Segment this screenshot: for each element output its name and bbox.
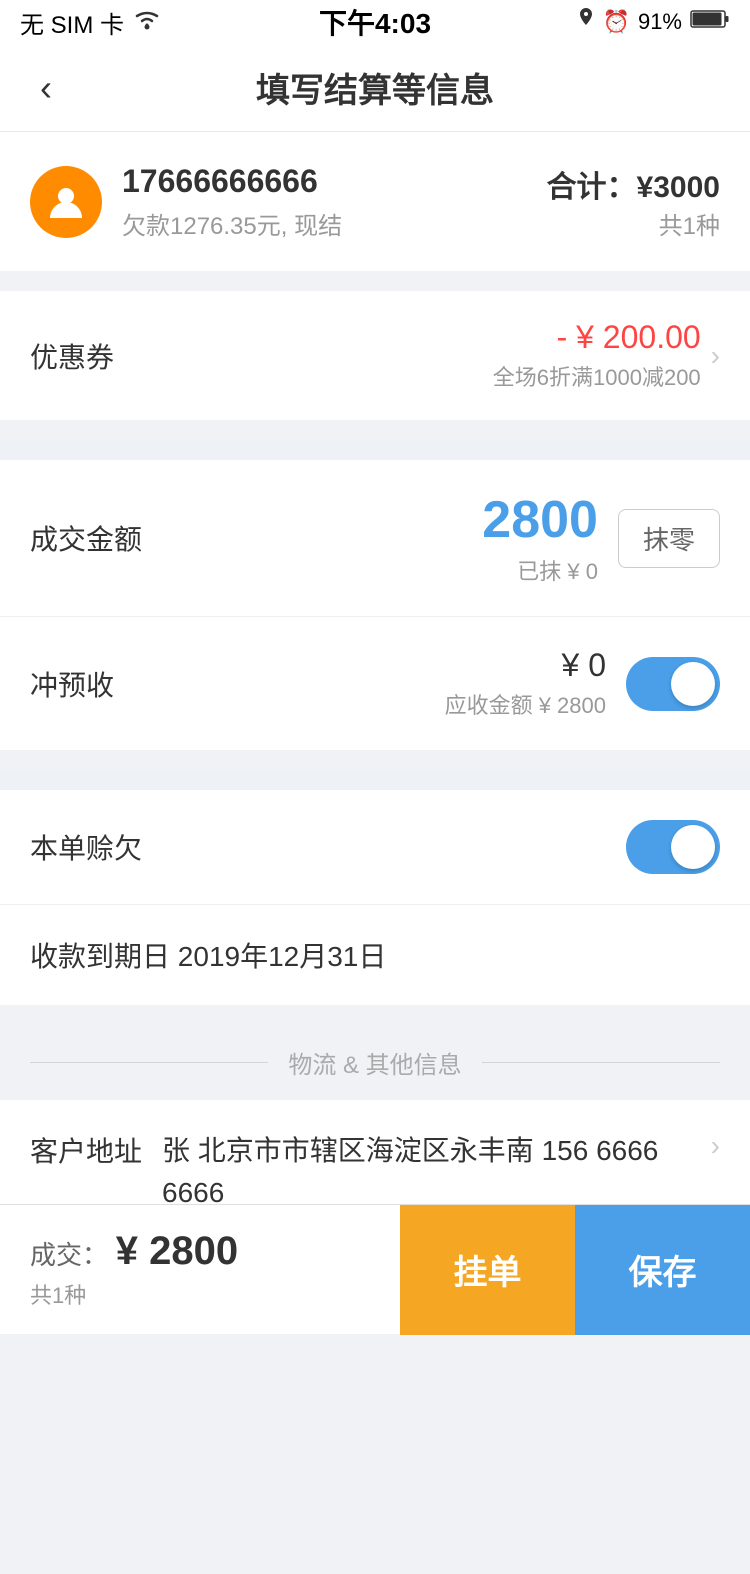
deal-amount-info: 2800 已抹 ¥ 0 [482,490,598,586]
bottom-deal-label: 成交： [30,1240,108,1270]
coupon-chevron: › [711,340,720,372]
coupon-right: - ¥ 200.00 全场6折满1000减200 › [493,319,720,392]
address-content: 张 北京市市辖区海淀区永丰南 156 6666 6666 [162,1130,711,1214]
status-left: 无 SIM 卡 [20,5,162,40]
prepayment-amount: ¥ 0 [445,647,606,684]
coupon-row[interactable]: 优惠券 - ¥ 200.00 全场6折满1000减200 › [0,291,750,420]
prepayment-info: ¥ 0 应收金额 ¥ 2800 [445,647,606,720]
round-zero-button[interactable]: 抹零 [618,509,720,568]
customer-debt: 欠款1276.35元, 现结 [122,206,342,241]
customer-left: 17666666666 欠款1276.35元, 现结 [30,163,342,241]
prepayment-row: 冲预收 ¥ 0 应收金额 ¥ 2800 [0,617,750,750]
back-button[interactable]: ‹ [30,57,62,119]
customer-total: 合计：¥3000 共1种 [547,162,720,241]
battery-text: 91% [638,9,682,35]
customer-info: 17666666666 欠款1276.35元, 现结 [122,163,342,241]
deal-amount-value: 2800 [482,490,598,550]
avatar [30,166,102,238]
credit-row: 本单赊欠 [0,790,750,905]
due-date-label: 收款到期日 [30,941,170,972]
location-icon [577,8,595,36]
total-count: 共1种 [547,206,720,241]
main-content: 17666666666 欠款1276.35元, 现结 合计：¥3000 共1种 … [0,132,750,1574]
bottom-summary: 成交： ¥ 2800 共1种 [0,1229,400,1310]
deal-amount-note: 已抹 ¥ 0 [482,554,598,586]
address-label: 客户地址 [30,1130,142,1170]
battery-icon [690,9,730,35]
prepayment-right: ¥ 0 应收金额 ¥ 2800 [445,647,720,720]
deal-amount-section: 成交金额 2800 已抹 ¥ 0 抹零 冲预收 ¥ 0 应收金额 ¥ 2800 [0,460,750,750]
bottom-bar: 成交： ¥ 2800 共1种 挂单 保存 [0,1204,750,1334]
due-date-value: 2019年12月31日 [178,941,387,972]
credit-toggle[interactable] [626,820,720,874]
wifi-icon [132,8,162,37]
divider-1 [0,440,750,460]
credit-toggle-thumb [671,825,715,869]
bottom-count: 共1种 [30,1278,370,1310]
coupon-desc: 全场6折满1000减200 [493,360,701,392]
due-date-content: 收款到期日 2019年12月31日 [30,935,386,975]
logistics-divider: 物流 & 其他信息 [0,1025,750,1100]
nav-bar: ‹ 填写结算等信息 [0,44,750,132]
customer-card: 17666666666 欠款1276.35元, 现结 合计：¥3000 共1种 [0,132,750,271]
logistics-label: 物流 & 其他信息 [288,1045,461,1080]
due-date-row: 收款到期日 2019年12月31日 [0,905,750,1005]
total-amount: 合计：¥3000 [547,162,720,206]
coupon-discount: - ¥ 200.00 [493,319,701,356]
divider-line-left [30,1062,268,1063]
prepayment-toggle-thumb [671,662,715,706]
coupon-label: 优惠券 [30,336,114,376]
prepayment-toggle[interactable] [626,657,720,711]
pending-button[interactable]: 挂单 [400,1205,575,1335]
divider-line-right [482,1062,720,1063]
prepayment-note: 应收金额 ¥ 2800 [445,688,606,720]
address-chevron: › [711,1130,720,1162]
coupon-info: - ¥ 200.00 全场6折满1000减200 [493,319,701,392]
bottom-amount: ¥ 2800 [116,1229,238,1273]
status-bar: 无 SIM 卡 下午4:03 ⏰ 91% [0,0,750,44]
deal-amount-row: 成交金额 2800 已抹 ¥ 0 抹零 [0,460,750,617]
alarm-icon: ⏰ [603,9,630,35]
status-time: 下午4:03 [319,2,431,42]
save-button[interactable]: 保存 [575,1205,750,1335]
deal-amount-label: 成交金额 [30,518,142,558]
divider-2 [0,770,750,790]
page-title: 填写结算等信息 [256,63,494,112]
credit-right [626,820,720,874]
prepayment-label: 冲预收 [30,664,114,704]
sim-status: 无 SIM 卡 [20,5,124,40]
customer-phone: 17666666666 [122,163,342,200]
status-right: ⏰ 91% [577,8,730,36]
credit-section: 本单赊欠 收款到期日 2019年12月31日 [0,790,750,1005]
credit-label: 本单赊欠 [30,827,142,867]
bottom-deal-row: 成交： ¥ 2800 [30,1229,370,1274]
deal-amount-right: 2800 已抹 ¥ 0 抹零 [482,490,720,586]
